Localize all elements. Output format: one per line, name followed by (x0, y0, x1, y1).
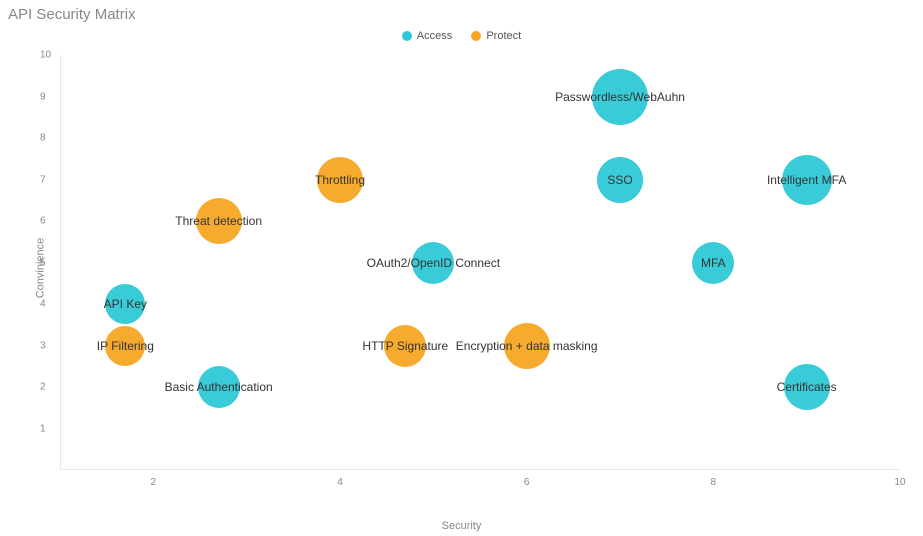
legend-label-protect: Protect (486, 30, 521, 42)
bubble-protect (504, 323, 550, 369)
bubble-protect (196, 198, 242, 244)
bubble-access (592, 69, 648, 125)
legend: Access Protect (0, 30, 923, 44)
y-axis-line (60, 55, 61, 470)
bubble-protect (384, 325, 426, 367)
legend-item-access: Access (402, 30, 452, 42)
legend-item-protect: Protect (471, 30, 521, 42)
y-tick: 3 (40, 340, 46, 351)
legend-dot-access (402, 31, 412, 41)
y-tick: 7 (40, 174, 46, 185)
bubble-protect (105, 326, 145, 366)
x-tick: 10 (894, 477, 905, 488)
bubble-protect (317, 157, 363, 203)
y-tick: 1 (40, 423, 46, 434)
bubble-access (198, 366, 240, 408)
x-tick: 8 (711, 477, 717, 488)
x-tick: 4 (337, 477, 343, 488)
y-tick: 2 (40, 382, 46, 393)
bubble-access (692, 242, 734, 284)
bubble-access (597, 157, 643, 203)
bubble-access (412, 242, 454, 284)
page-title: API Security Matrix (8, 6, 136, 23)
x-axis-label: Security (442, 520, 482, 532)
y-tick: 8 (40, 133, 46, 144)
x-tick: 6 (524, 477, 530, 488)
legend-label-access: Access (417, 30, 452, 42)
bubble-access (105, 284, 145, 324)
y-tick: 10 (40, 50, 51, 61)
bubble-access (784, 364, 830, 410)
plot-area: 24681012345678910API KeyBasic Authentica… (60, 55, 900, 470)
y-tick: 5 (40, 257, 46, 268)
y-tick: 6 (40, 216, 46, 227)
x-tick: 2 (151, 477, 157, 488)
y-tick: 9 (40, 91, 46, 102)
y-axis-label: Convinience (34, 238, 46, 299)
x-axis-line (60, 469, 900, 470)
y-tick: 4 (40, 299, 46, 310)
legend-dot-protect (471, 31, 481, 41)
bubble-access (782, 155, 832, 205)
